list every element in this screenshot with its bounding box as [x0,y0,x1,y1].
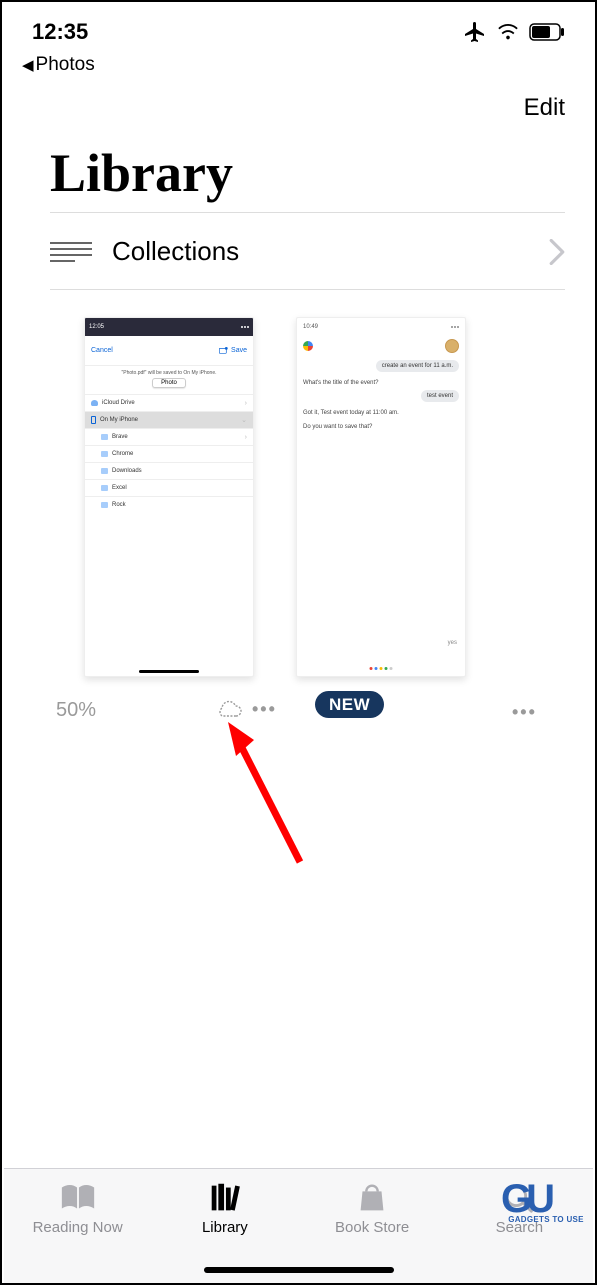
home-indicator-thumb [139,670,199,673]
book-item[interactable]: 12:05 Cancel Save "Photo.pdf" will be sa… [84,317,254,677]
chat-bubble: test event [421,390,459,402]
tab-book-store[interactable]: Book Store [299,1169,446,1283]
tab-reading-now[interactable]: Reading Now [4,1169,151,1283]
status-icons [463,20,565,44]
book-cover[interactable]: 12:05 Cancel Save "Photo.pdf" will be sa… [84,317,254,677]
more-button[interactable]: ••• [512,702,537,722]
book-progress: 50% [56,699,96,722]
watermark-logo: GU GADGETS TO USE [501,1183,591,1255]
status-bar: 12:35 [2,2,595,62]
tab-label: Reading Now [33,1219,123,1236]
cover2-time: 10:49 [303,324,318,330]
back-to-app-button[interactable]: ◀ Photos [22,54,95,76]
tab-label: Library [202,1219,248,1236]
book-cover[interactable]: 10:49 create an event for 11 a.m. What's… [296,317,466,677]
battery-icon [529,23,565,41]
chat-yes: yes [448,640,457,646]
collections-row[interactable]: Collections [50,214,565,289]
bookshelf-icon [206,1181,244,1215]
status-time: 12:35 [32,19,88,45]
airplane-mode-icon [463,20,487,44]
chat-text: Got it, Test event today at 11:00 am. [303,410,459,416]
more-button[interactable]: ••• [252,699,277,720]
tab-label: Book Store [335,1219,409,1236]
list-icon [50,242,92,262]
cloud-download-icon[interactable] [216,700,242,720]
chat-bubble: create an event for 11 a.m. [376,360,459,372]
back-label: Photos [36,54,95,76]
open-book-icon [59,1181,97,1215]
cover1-cancel: Cancel [91,347,113,354]
wifi-icon [495,21,521,43]
book-item[interactable]: 10:49 create an event for 11 a.m. What's… [296,317,466,677]
cover1-save: Save [231,347,247,354]
home-indicator[interactable] [204,1267,394,1273]
chat-text: What's the title of the event? [303,380,459,386]
cover1-chip: Photo [152,378,186,388]
annotation-arrow-icon [220,722,320,872]
divider [50,289,565,290]
avatar [445,339,459,353]
divider [50,212,565,213]
folder-plus-icon [219,347,228,354]
tab-library[interactable]: Library [151,1169,298,1283]
library-grid: 12:05 Cancel Save "Photo.pdf" will be sa… [84,317,543,677]
assistant-logo-icon [303,341,313,351]
chat-text: Do you want to save that? [303,424,459,430]
back-caret-icon: ◀ [22,56,34,74]
cover1-time: 12:05 [89,324,104,330]
shopping-bag-icon [353,1181,391,1215]
edit-button[interactable]: Edit [524,94,565,122]
new-badge: NEW [315,691,384,718]
cover1-message: "Photo.pdf" will be saved to On My iPhon… [85,366,253,378]
collections-label: Collections [112,236,549,267]
page-title: Library [50,142,233,204]
chevron-right-icon [549,239,565,265]
